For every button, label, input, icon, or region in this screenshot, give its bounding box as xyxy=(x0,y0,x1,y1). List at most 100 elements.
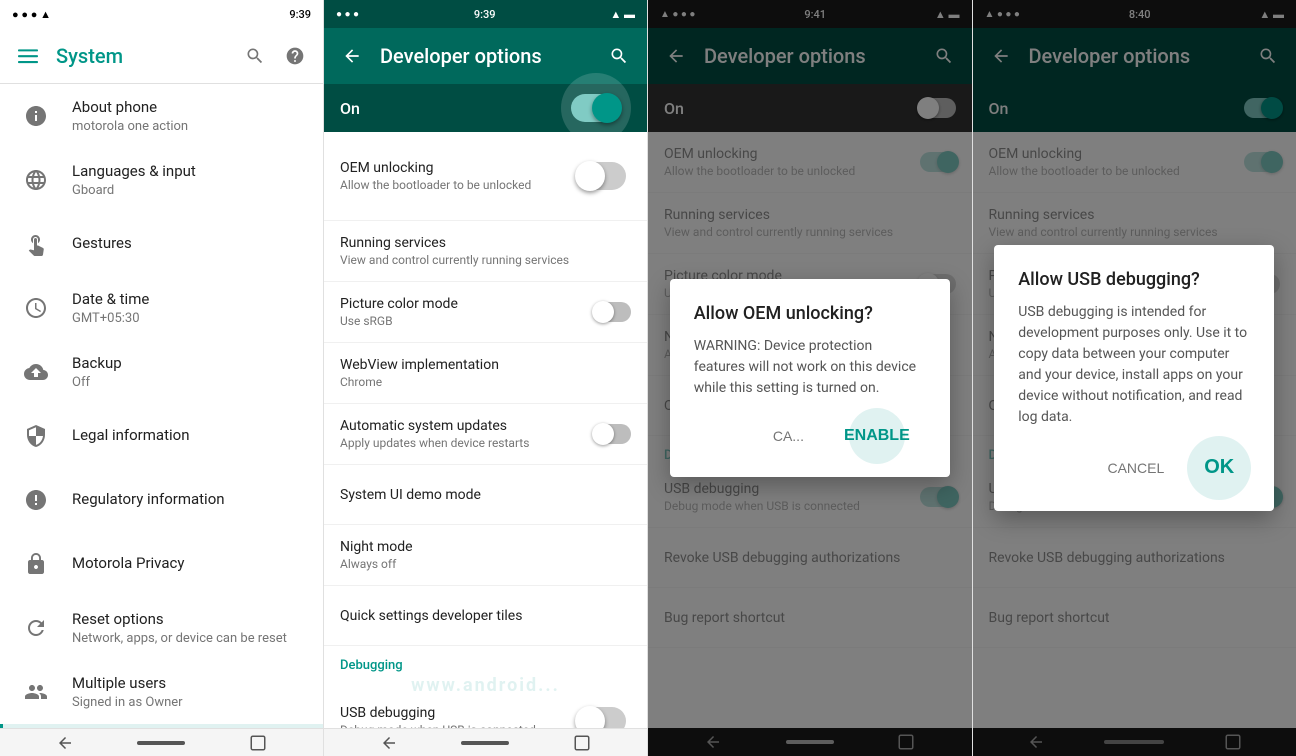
dev-item-running-subtitle: View and control currently running servi… xyxy=(340,253,631,267)
left-search-icon[interactable] xyxy=(243,44,267,68)
gestures-icon xyxy=(16,224,56,264)
status-bar-left: ● ● ● ▲ 9:39 xyxy=(0,0,323,28)
datetime-icon xyxy=(16,288,56,328)
hamburger-icon[interactable] xyxy=(16,44,40,68)
oem-toggle-thumb xyxy=(575,161,605,191)
right2-panel: ▲ ● ● ● 8:40 ▲ ▬ Developer options On OE… xyxy=(973,0,1296,756)
usb-dialog: Allow USB debugging? USB debugging is in… xyxy=(994,245,1274,511)
autoupdate-toggle[interactable] xyxy=(595,424,631,444)
oem-toggle[interactable] xyxy=(576,162,626,190)
dev-item-autoupdate[interactable]: Automatic system updates Apply updates w… xyxy=(324,404,647,465)
gestures-title: Gestures xyxy=(72,234,307,254)
dev-item-webview[interactable]: WebView implementation Chrome xyxy=(324,343,647,404)
dev-item-uidemo[interactable]: System UI demo mode xyxy=(324,465,647,525)
left-help-icon[interactable] xyxy=(283,44,307,68)
oem-dialog-title: Allow OEM unlocking? xyxy=(694,303,926,324)
dev-item-quicktiles-title: Quick settings developer tiles xyxy=(340,608,631,624)
datetime-title: Date & time xyxy=(72,290,307,310)
usb-cancel-btn[interactable]: Cancel xyxy=(1091,448,1180,487)
back-icon-mid[interactable] xyxy=(340,44,364,68)
recents-nav-left[interactable] xyxy=(248,733,268,753)
dev-item-quicktiles[interactable]: Quick settings developer tiles xyxy=(324,586,647,646)
debugging-section-mid: Debugging xyxy=(324,646,647,677)
about-icon xyxy=(16,96,56,136)
status-icons-left: ● ● ● ▲ xyxy=(12,8,51,21)
mid-settings-list: OEM unlocking Allow the bootloader to be… xyxy=(324,132,647,728)
languages-text: Languages & input Gboard xyxy=(72,162,307,199)
mid-search-icon[interactable] xyxy=(607,44,631,68)
sidebar-item-reset[interactable]: Reset options Network, apps, or device c… xyxy=(0,596,323,660)
sidebar-item-about[interactable]: About phone motorola one action xyxy=(0,84,323,148)
usb-dialog-overlay: Allow USB debugging? USB debugging is in… xyxy=(973,0,1296,756)
home-indicator-mid xyxy=(461,741,509,745)
backup-title: Backup xyxy=(72,354,307,374)
dev-item-autoupdate-subtitle: Apply updates when device restarts xyxy=(340,436,587,450)
dev-item-oem-text: OEM unlocking Allow the bootloader to be… xyxy=(340,160,571,192)
dev-item-oem-subtitle: Allow the bootloader to be unlocked xyxy=(340,178,571,192)
dev-item-oem[interactable]: OEM unlocking Allow the bootloader to be… xyxy=(324,132,647,221)
legal-title: Legal information xyxy=(72,426,307,446)
usb-dialog-title: Allow USB debugging? xyxy=(1018,269,1250,290)
left-app-bar-title: System xyxy=(56,44,227,68)
usb-toggle-circle[interactable] xyxy=(571,691,631,728)
sidebar-item-users[interactable]: Multiple users Signed in as Owner xyxy=(0,660,323,724)
time-left: 9:39 xyxy=(289,8,311,21)
motorola-text: Motorola Privacy xyxy=(72,554,307,574)
back-nav-mid[interactable] xyxy=(379,733,399,753)
dev-item-oem-title: OEM unlocking xyxy=(340,160,571,176)
right-panels: ▲ ● ● ● 9:41 ▲ ▬ Developer options On OE… xyxy=(648,0,1296,756)
mid-panel: ● ● ● 9:39 ▲ ▬ Developer options On OEM … xyxy=(324,0,648,756)
dev-item-running[interactable]: Running services View and control curren… xyxy=(324,221,647,282)
dev-item-usb-title: USB debugging xyxy=(340,705,571,721)
usb-toggle[interactable] xyxy=(576,707,626,728)
on-toggle-thumb-mid xyxy=(592,93,622,123)
sidebar-item-legal[interactable]: Legal information xyxy=(0,404,323,468)
users-subtitle: Signed in as Owner xyxy=(72,695,307,710)
sidebar-item-motorola[interactable]: Motorola Privacy xyxy=(0,532,323,596)
about-subtitle: motorola one action xyxy=(72,119,307,134)
sidebar-item-languages[interactable]: Languages & input Gboard xyxy=(0,148,323,212)
legal-icon xyxy=(16,416,56,456)
sidebar-item-datetime[interactable]: Date & time GMT+05:30 xyxy=(0,276,323,340)
legal-text: Legal information xyxy=(72,426,307,446)
backup-icon xyxy=(16,352,56,392)
about-title: About phone xyxy=(72,98,307,118)
regulatory-text: Regulatory information xyxy=(72,490,307,510)
dev-item-running-title: Running services xyxy=(340,235,631,251)
app-bar-left: System xyxy=(0,28,323,84)
dev-item-night[interactable]: Night mode Always off xyxy=(324,525,647,586)
sidebar-item-backup[interactable]: Backup Off xyxy=(0,340,323,404)
regulatory-icon xyxy=(16,480,56,520)
on-toggle-mid[interactable] xyxy=(571,94,621,122)
dev-item-color[interactable]: Picture color mode Use sRGB xyxy=(324,282,647,343)
backup-subtitle: Off xyxy=(72,375,307,390)
sidebar-item-gestures[interactable]: Gestures xyxy=(0,212,323,276)
oem-cancel-btn[interactable]: Ca... xyxy=(757,419,820,453)
oem-toggle-circle[interactable] xyxy=(571,146,631,206)
oem-dialog-actions: Ca... Enable xyxy=(694,419,926,453)
dev-item-uidemo-text: System UI demo mode xyxy=(340,487,631,503)
oem-dialog: Allow OEM unlocking? WARNING: Device pro… xyxy=(670,279,950,477)
recents-nav-mid[interactable] xyxy=(572,733,592,753)
sidebar-item-regulatory[interactable]: Regulatory information xyxy=(0,468,323,532)
on-label-mid: On xyxy=(340,99,561,118)
on-bar-mid[interactable]: On xyxy=(324,84,647,132)
back-nav-left[interactable] xyxy=(55,733,75,753)
right1-panel: ▲ ● ● ● 9:41 ▲ ▬ Developer options On OE… xyxy=(648,0,973,756)
left-panel: ● ● ● ▲ 9:39 System About phone motorola… xyxy=(0,0,324,756)
dev-item-running-text: Running services View and control curren… xyxy=(340,235,631,267)
color-toggle[interactable] xyxy=(595,302,631,322)
oem-confirm-btn[interactable]: Enable xyxy=(828,419,926,453)
languages-icon xyxy=(16,160,56,200)
dev-item-night-title: Night mode xyxy=(340,539,631,555)
motorola-title: Motorola Privacy xyxy=(72,554,307,574)
reset-icon xyxy=(16,608,56,648)
dev-item-usb-text: USB debugging Debug mode when USB is con… xyxy=(340,705,571,728)
usb-confirm-btn[interactable]: OK xyxy=(1188,448,1250,487)
gestures-text: Gestures xyxy=(72,234,307,254)
dev-item-quicktiles-text: Quick settings developer tiles xyxy=(340,608,631,624)
dev-item-usb[interactable]: USB debugging Debug mode when USB is con… xyxy=(324,677,647,728)
dev-item-color-title: Picture color mode xyxy=(340,296,587,312)
color-toggle-thumb xyxy=(592,301,614,323)
mid-app-bar-title: Developer options xyxy=(380,44,591,68)
